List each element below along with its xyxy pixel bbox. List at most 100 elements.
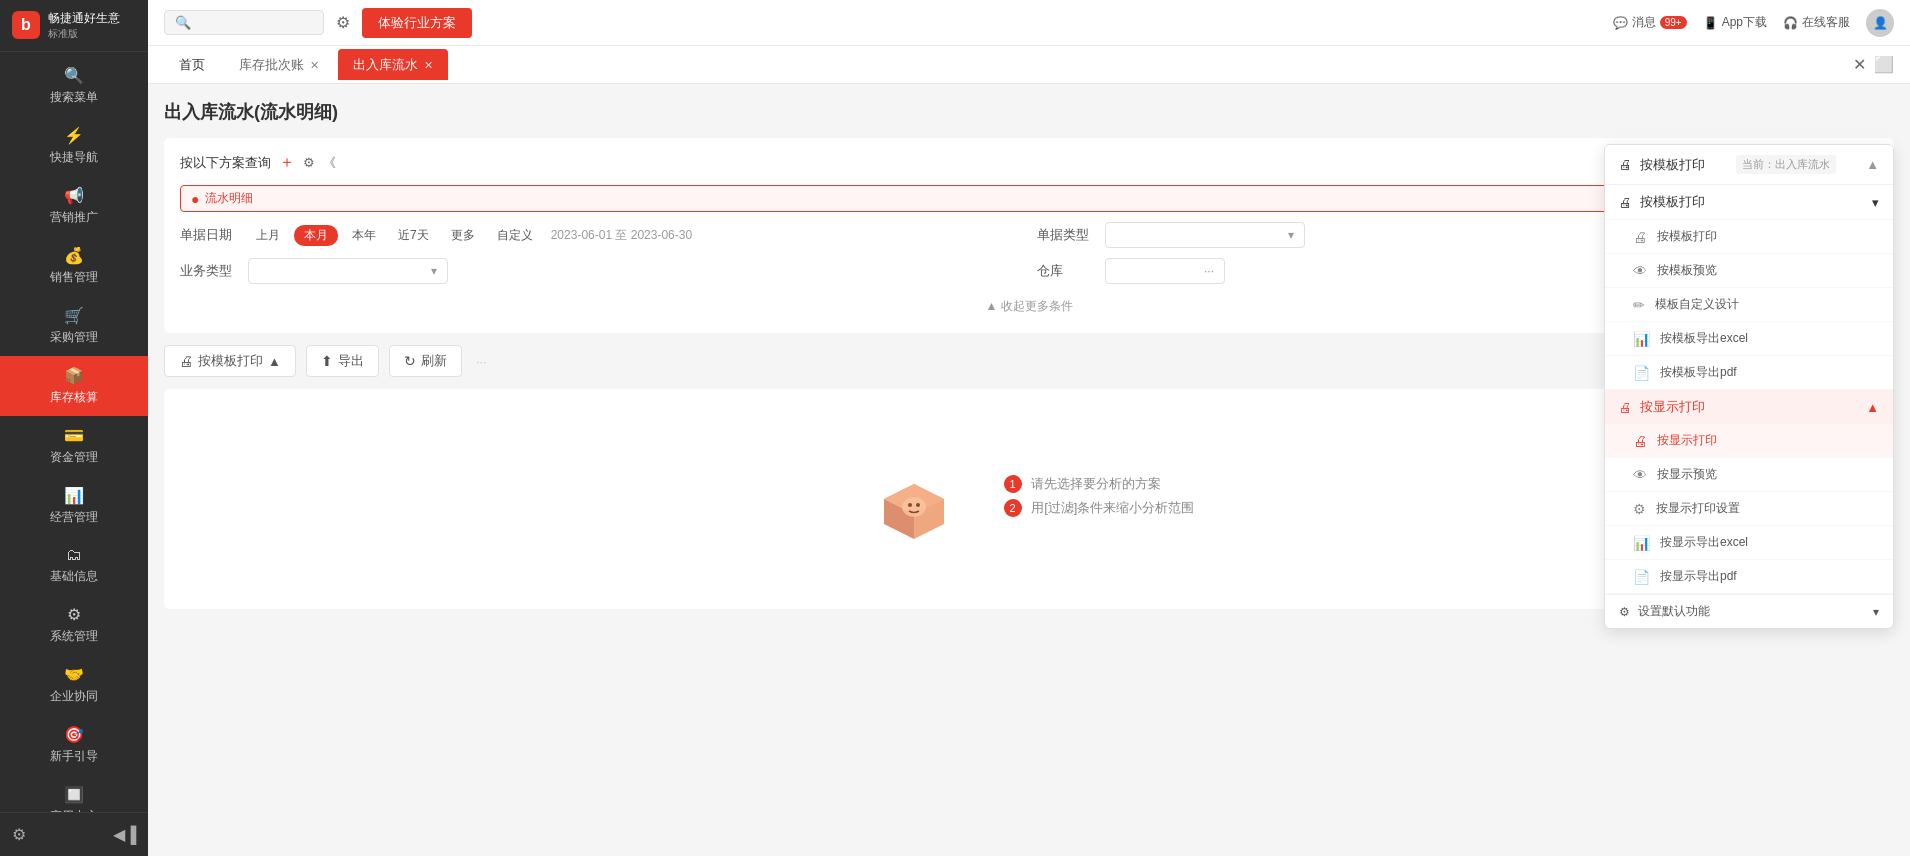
print-item-template-excel[interactable]: 📊 按模板导出excel (1605, 322, 1893, 356)
message-action[interactable]: 💬 消息 99+ (1613, 14, 1687, 31)
print-item-template-pdf[interactable]: 📄 按模板导出pdf (1605, 356, 1893, 390)
display-preview-label: 按显示预览 (1657, 466, 1717, 483)
template-section-arrow: ▾ (1872, 195, 1879, 210)
topbar: 🔍 ⚙ 体验行业方案 💬 消息 99+ 📱 App下载 🎧 在线客服 👤 (148, 0, 1910, 46)
message-icon: 💬 (1613, 16, 1628, 30)
search-icon: 🔍 (175, 15, 191, 30)
industry-button[interactable]: 体验行业方案 (362, 8, 472, 38)
sidebar-item-basic[interactable]: 🗂 基础信息 (0, 536, 148, 595)
print-item-display-excel[interactable]: 📊 按显示导出excel (1605, 526, 1893, 560)
sidebar-item-inventory[interactable]: 📦 库存核算 (0, 356, 148, 416)
message-badge: 99+ (1660, 16, 1687, 29)
filter-settings-icon[interactable]: ⚙ (303, 155, 315, 170)
print-item-display-print[interactable]: 🖨 按显示打印 (1605, 424, 1893, 458)
close-window-icon[interactable]: ✕ (1853, 55, 1866, 74)
template-print-item-label: 按模板打印 (1657, 228, 1717, 245)
sidebar-item-label: 新手引导 (50, 748, 98, 765)
date-opt-more[interactable]: 更多 (443, 225, 483, 246)
tab-batch-close[interactable]: ✕ (310, 59, 319, 72)
print-panel-collapse-icon[interactable]: ▲ (1866, 157, 1879, 172)
sidebar-item-label: 库存核算 (50, 389, 98, 406)
empty-hints: 1 请先选择要分析的方案 2 用[过滤]条件来缩小分析范围 (1004, 475, 1195, 523)
apps-icon: 🔲 (64, 785, 84, 804)
tab-flow[interactable]: 出入库流水 ✕ (338, 49, 448, 80)
print-template-section-header[interactable]: 🖨 按模板打印 ▾ (1605, 185, 1893, 220)
tabs-right: ✕ ⬜ (1853, 55, 1894, 74)
main-area: 🔍 ⚙ 体验行业方案 💬 消息 99+ 📱 App下载 🎧 在线客服 👤 (148, 0, 1910, 856)
sidebar-item-apps[interactable]: 🔲 应用中心 (0, 775, 148, 812)
app-download-action[interactable]: 📱 App下载 (1703, 14, 1767, 31)
print-panel-footer[interactable]: ⚙ 设置默认功能 ▾ (1605, 594, 1893, 628)
content-area: 出入库流水(流水明细) 按以下方案查询 ＋ ⚙ 《 ● 流水明细 单据日期 (148, 84, 1910, 856)
export-label: 导出 (338, 352, 364, 370)
print-panel-title: 按模板打印 (1640, 156, 1705, 174)
refresh-label: 刷新 (421, 352, 447, 370)
print-item-display-pdf[interactable]: 📄 按显示导出pdf (1605, 560, 1893, 594)
print-item-display-settings[interactable]: ⚙ 按显示打印设置 (1605, 492, 1893, 526)
search-input[interactable] (197, 16, 313, 30)
print-item-template-design[interactable]: ✏ 模板自定义设计 (1605, 288, 1893, 322)
sidebar-item-marketing[interactable]: 📢 营销推广 (0, 176, 148, 236)
topbar-search-box[interactable]: 🔍 (164, 10, 324, 35)
refresh-button[interactable]: ↻ 刷新 (389, 345, 462, 377)
sidebar-item-sales[interactable]: 💰 销售管理 (0, 236, 148, 296)
biz-type-select[interactable]: ▾ (248, 258, 448, 284)
tab-batch[interactable]: 库存批次账 ✕ (224, 49, 334, 80)
export-button[interactable]: ⬆ 导出 (306, 345, 379, 377)
sidebar-item-cooperation[interactable]: 🤝 企业协同 (0, 655, 148, 715)
display-print-label: 按显示打印 (1640, 398, 1705, 416)
date-opt-last-month[interactable]: 上月 (248, 225, 288, 246)
page-title: 出入库流水(流水明细) (164, 100, 1894, 124)
settings-icon[interactable]: ⚙ (12, 825, 26, 844)
date-opt-custom[interactable]: 自定义 (489, 225, 541, 246)
empty-illustration (864, 449, 964, 549)
basic-icon: 🗂 (66, 546, 82, 564)
biz-dropdown-icon: ▾ (431, 264, 437, 278)
sidebar-item-label: 企业协同 (50, 688, 98, 705)
tab-flow-close[interactable]: ✕ (424, 59, 433, 72)
sidebar-item-system[interactable]: ⚙ 系统管理 (0, 595, 148, 655)
print-template-label: 按模板打印 (198, 352, 263, 370)
sidebar: b 畅捷通好生意 标准版 🔍 搜索菜单 ⚡ 快捷导航 📢 营销推广 💰 销售管理… (0, 0, 148, 856)
step-2-icon: 2 (1004, 499, 1022, 517)
collapse-sidebar-icon[interactable]: ◀▐ (113, 825, 136, 844)
gear-icon[interactable]: ⚙ (336, 13, 350, 32)
print-item-display-preview[interactable]: 👁 按显示预览 (1605, 458, 1893, 492)
sidebar-item-shortcut[interactable]: ⚡ 快捷导航 (0, 116, 148, 176)
sidebar-item-operation[interactable]: 📊 经营管理 (0, 476, 148, 536)
filter-add-button[interactable]: ＋ (279, 152, 295, 173)
type-select[interactable]: ▾ (1105, 222, 1305, 248)
date-opt-current-month[interactable]: 本月 (294, 225, 338, 246)
maximize-window-icon[interactable]: ⬜ (1874, 55, 1894, 74)
tag-dot-icon: ● (191, 191, 199, 207)
tab-flow-label: 出入库流水 (353, 56, 418, 74)
user-avatar[interactable]: 👤 (1866, 9, 1894, 37)
print-icon: 🖨 (179, 353, 193, 369)
date-opt-7days[interactable]: 近7天 (390, 225, 437, 246)
download-icon: 📱 (1703, 16, 1718, 30)
date-opt-current-year[interactable]: 本年 (344, 225, 384, 246)
online-service-action[interactable]: 🎧 在线客服 (1783, 14, 1850, 31)
display-settings-icon: ⚙ (1633, 501, 1646, 517)
sidebar-item-finance[interactable]: 💳 资金管理 (0, 416, 148, 476)
print-item-template-print[interactable]: 🖨 按模板打印 (1605, 220, 1893, 254)
print-template-button[interactable]: 🖨 按模板打印 ▲ (164, 345, 296, 377)
tab-home[interactable]: 首页 (164, 49, 220, 80)
sidebar-item-guide[interactable]: 🎯 新手引导 (0, 715, 148, 775)
online-service-label: 在线客服 (1802, 14, 1850, 31)
sidebar-item-purchase[interactable]: 🛒 采购管理 (0, 296, 148, 356)
display-settings-label: 按显示打印设置 (1656, 500, 1740, 517)
print-current-tag: 当前：出入库流水 (1736, 155, 1836, 174)
print-display-section-header[interactable]: 🖨 按显示打印 ▲ (1605, 390, 1893, 424)
search-icon: 🔍 (64, 66, 84, 85)
sidebar-item-search[interactable]: 🔍 搜索菜单 (0, 56, 148, 116)
filter-field-biz: 业务类型 ▾ (180, 258, 1021, 284)
empty-hint-2: 2 用[过滤]条件来缩小分析范围 (1004, 499, 1195, 517)
display-preview-icon: 👁 (1633, 467, 1647, 483)
date-options: 上月 本月 本年 近7天 更多 自定义 2023-06-01 至 2023-06… (248, 225, 692, 246)
print-item-template-preview[interactable]: 👁 按模板预览 (1605, 254, 1893, 288)
template-excel-label: 按模板导出excel (1660, 330, 1748, 347)
filter-collapse-icon[interactable]: 《 (323, 154, 336, 172)
warehouse-select[interactable]: ··· (1105, 258, 1225, 284)
collapse-label: 收起更多条件 (1001, 299, 1073, 313)
